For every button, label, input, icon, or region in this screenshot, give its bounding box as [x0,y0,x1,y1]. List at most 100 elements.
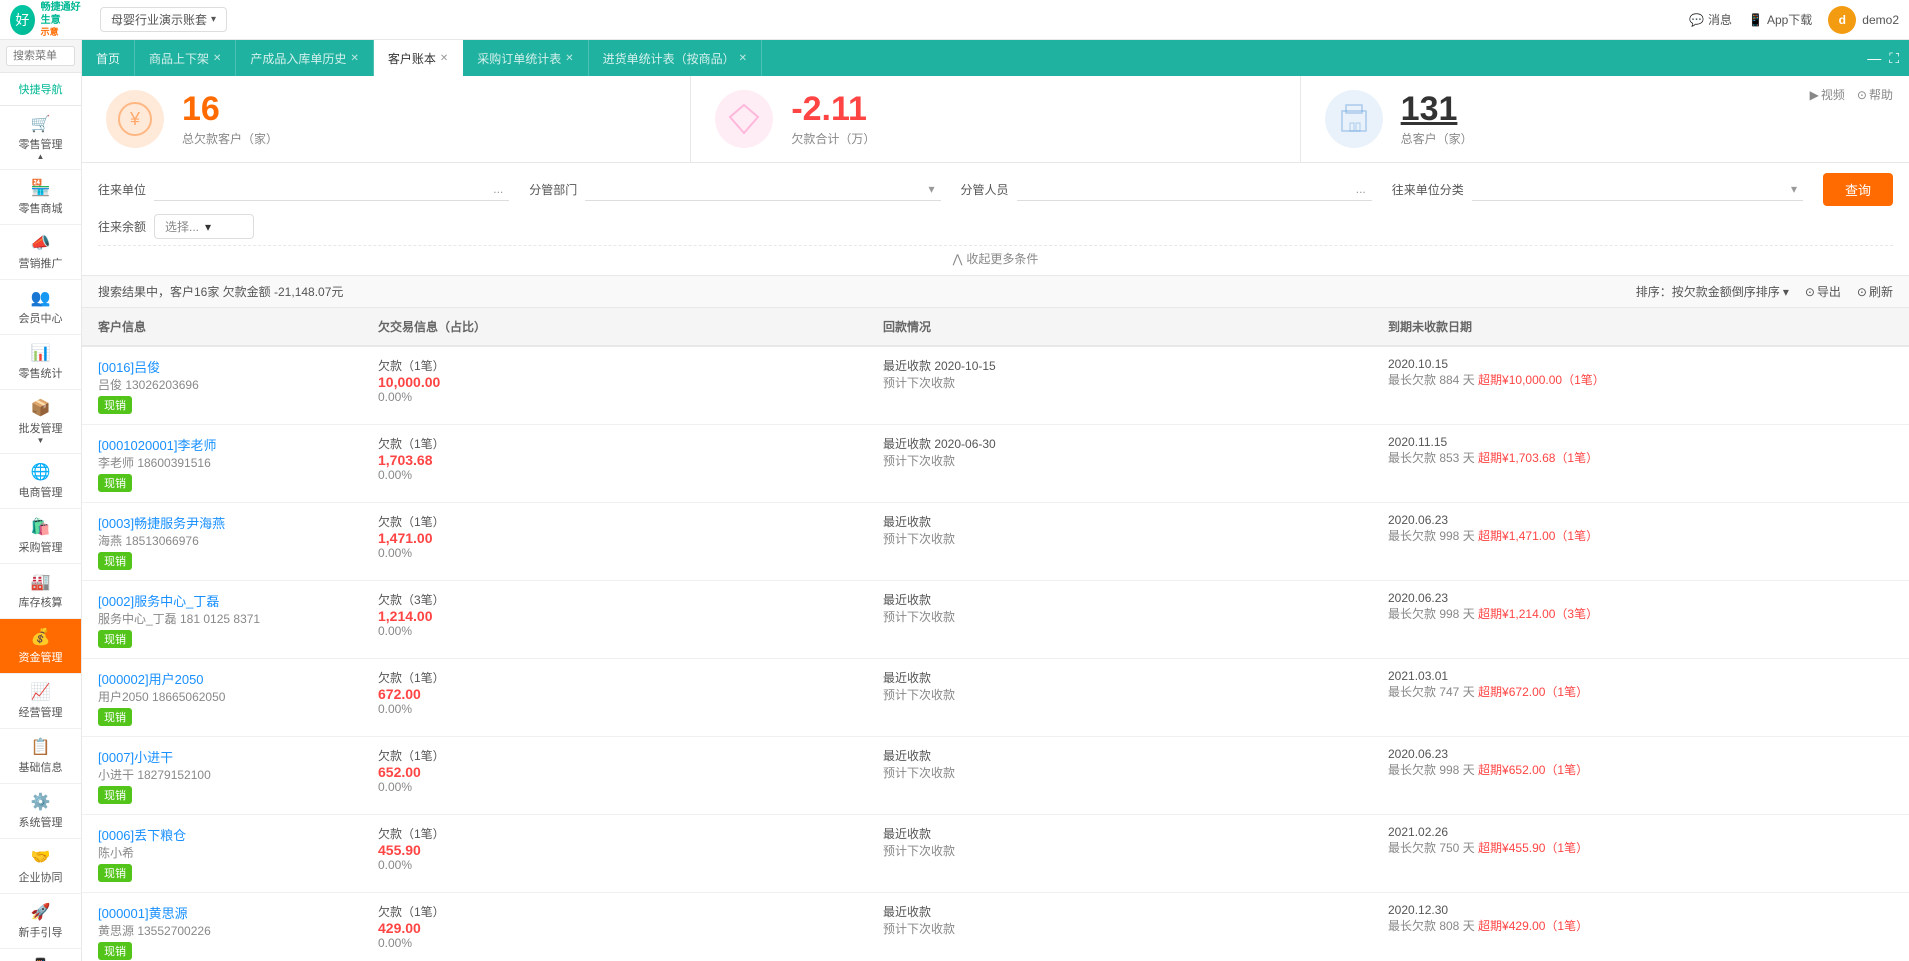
customer-name-link[interactable]: [0001020001]李老师 [98,435,378,454]
overdue-link[interactable]: 超期¥10,000.00（1笔） [1478,373,1605,387]
debt-amount-link[interactable]: 652.00 [378,764,883,780]
collect-info: 最近收款 预计下次收款 [883,669,1388,703]
stat-label: 总客户（家） [1401,130,1473,147]
overdue-link[interactable]: 超期¥1,214.00（3笔） [1478,607,1598,621]
stat-icon-yuan: ¥ [106,90,164,148]
quick-nav[interactable]: 快捷导航 [0,73,81,106]
table-row: [0001020001]李老师 李老师 18600391516 现销 欠款（1笔… [82,425,1909,503]
debt-amount-link[interactable]: 10,000.00 [378,374,883,390]
message-btn[interactable]: 💬 消息 [1689,11,1732,28]
result-actions: 排序：按欠款金额倒序排序 ▾ ⊙ 导出 ⊙ 刷新 [1636,283,1893,300]
enterprise-icon: 🤝 [31,847,51,867]
debt-amount-link[interactable]: 455.90 [378,842,883,858]
debt-amount-link[interactable]: 1,214.00 [378,608,883,624]
sidebar-item-enterprise[interactable]: 🤝 企业协同 [0,839,81,894]
close-icon[interactable]: ✕ [739,53,747,64]
sidebar-item-member[interactable]: 👥 会员中心 [0,280,81,335]
sidebar-item-ops[interactable]: 📈 经营管理 [0,674,81,729]
app-download-btn[interactable]: 📱 App下载 [1748,11,1812,28]
sidebar-label: 采购管理 [19,539,63,555]
sidebar-item-new-guide[interactable]: 🚀 新手引导 [0,894,81,949]
help-btn[interactable]: ⊙ 帮助 [1857,86,1893,103]
filter-input-unit[interactable]: ... [154,178,509,201]
close-icon[interactable]: ✕ [213,53,221,64]
customer-name-link[interactable]: [000002]用户2050 [98,669,378,688]
user-avatar[interactable]: d demo2 [1828,6,1899,34]
sidebar-item-batch-mgmt[interactable]: 📦 批发管理 ▼ [0,390,81,454]
stat-label: 总欠款客户（家） [182,130,278,147]
filter-row-1: 往来单位 ... 分管部门 ▾ 分管人员 ... [98,173,1893,206]
sidebar-item-inventory[interactable]: 🏭 库存核算 [0,564,81,619]
due-info: 2020.06.23 最长欠款 998 天 超期¥1,214.00（3笔） [1388,591,1893,622]
stat-card-debt-amount: -2.11 欠款合计（万） [691,76,1300,162]
sidebar-item-finance[interactable]: 💰 资金管理 [0,619,81,674]
debt-amount-link[interactable]: 1,703.68 [378,452,883,468]
overdue-link[interactable]: 超期¥652.00（1笔） [1478,763,1588,777]
collapse-row[interactable]: ⋀ 收起更多条件 [98,245,1893,271]
overdue-link[interactable]: 超期¥1,471.00（1笔） [1478,529,1598,543]
chevron-icon: ▼ [37,436,45,445]
filter-select-balance[interactable]: 选择... ▾ [154,214,254,239]
avatar-icon: d [1828,6,1856,34]
overdue-link[interactable]: 超期¥672.00（1笔） [1478,685,1588,699]
sidebar-label: 基础信息 [19,759,63,775]
tab-product-shelf[interactable]: 商品上下架 ✕ [135,40,236,76]
close-icon[interactable]: ✕ [350,53,358,64]
sidebar-item-sys-mgmt[interactable]: ⚙️ 系统管理 [0,784,81,839]
sidebar-search[interactable] [0,40,81,73]
maximize-icon[interactable]: ⛶ [1889,50,1899,67]
sidebar-item-purchase[interactable]: 🛍️ 采购管理 [0,509,81,564]
close-icon[interactable]: ✕ [565,53,573,64]
query-button[interactable]: 查询 [1823,173,1893,206]
debt-amount-link[interactable]: 672.00 [378,686,883,702]
debt-amount-link[interactable]: 1,471.00 [378,530,883,546]
filter-select-dept[interactable]: ▾ [585,178,940,201]
sidebar-item-base-info[interactable]: 📋 基础信息 [0,729,81,784]
sidebar-item-retail-stats[interactable]: 📊 零售统计 [0,335,81,390]
debt-percent: 0.00% [378,390,883,404]
filter-label-person: 分管人员 [961,181,1009,198]
username: demo2 [1862,13,1899,27]
overdue-link[interactable]: 超期¥455.90（1笔） [1478,841,1588,855]
stat-content: 131 总客户（家） [1401,92,1473,147]
filter-item-category: 往来单位分类 ▾ [1392,178,1803,201]
video-btn[interactable]: ▶ 视频 [1810,86,1845,103]
tab-import-stats[interactable]: 进货单统计表（按商品） ✕ [589,40,762,76]
tab-product-history[interactable]: 产成品入库单历史 ✕ [236,40,373,76]
customer-name-link[interactable]: [0016]吕俊 [98,357,378,376]
stat-top-actions: ▶ 视频 ⊙ 帮助 [1810,86,1893,103]
company-name: 母婴行业演示账套 [111,11,207,28]
customer-name-link[interactable]: [0003]畅捷服务尹海燕 [98,513,378,532]
sidebar-item-ecommerce[interactable]: 🌐 电商管理 [0,454,81,509]
table-row: [0003]畅捷服务尹海燕 海燕 18513066976 现销 欠款（1笔） 1… [82,503,1909,581]
search-input[interactable] [6,46,75,66]
customer-name-link[interactable]: [0006]丢下粮仓 [98,825,378,844]
filter-item-unit: 往来单位 ... [98,178,509,201]
overdue-link[interactable]: 超期¥429.00（1笔） [1478,919,1588,933]
filter-input-person[interactable]: ... [1017,178,1372,201]
tab-customer-account[interactable]: 客户账本 ✕ [374,40,463,76]
sidebar-item-app-center[interactable]: 📱 应用中心 [0,949,81,961]
debt-amount-link[interactable]: 429.00 [378,920,883,936]
customer-name-link[interactable]: [000001]黄思源 [98,903,378,922]
sidebar-item-marketing[interactable]: 📣 营销推广 [0,225,81,280]
collect-info: 最近收款 预计下次收款 [883,825,1388,859]
filter-select-category[interactable]: ▾ [1472,178,1803,201]
sidebar-label: 系统管理 [19,814,63,830]
export-btn[interactable]: ⊙ 导出 [1805,283,1841,300]
close-icon[interactable]: ✕ [440,53,448,64]
customer-name-link[interactable]: [0007]小进干 [98,747,378,766]
stats-row: ¥ 16 总欠款客户（家） -2.11 欠款合计（万） [82,76,1909,163]
tab-purchase-stats[interactable]: 采购订单统计表 ✕ [463,40,588,76]
tab-home[interactable]: 首页 [82,40,135,76]
sidebar-item-retail-mgmt[interactable]: 🛒 零售管理 ▲ [0,106,81,170]
overdue-link[interactable]: 超期¥1,703.68（1笔） [1478,451,1598,465]
filter-area: 往来单位 ... 分管部门 ▾ 分管人员 ... [82,163,1909,276]
table-area: 客户信息 欠交易信息（占比） 回款情况 到期未收款日期 [0016]吕俊 吕俊 … [82,308,1909,961]
refresh-btn[interactable]: ⊙ 刷新 [1857,283,1893,300]
customer-name-link[interactable]: [0002]服务中心_丁磊 [98,591,378,610]
minimize-icon[interactable]: — [1867,50,1881,66]
sort-control[interactable]: 排序：按欠款金额倒序排序 ▾ [1636,283,1789,300]
sidebar-item-retail-mall[interactable]: 🏪 零售商城 [0,170,81,225]
company-selector[interactable]: 母婴行业演示账套 ▾ [100,7,227,32]
